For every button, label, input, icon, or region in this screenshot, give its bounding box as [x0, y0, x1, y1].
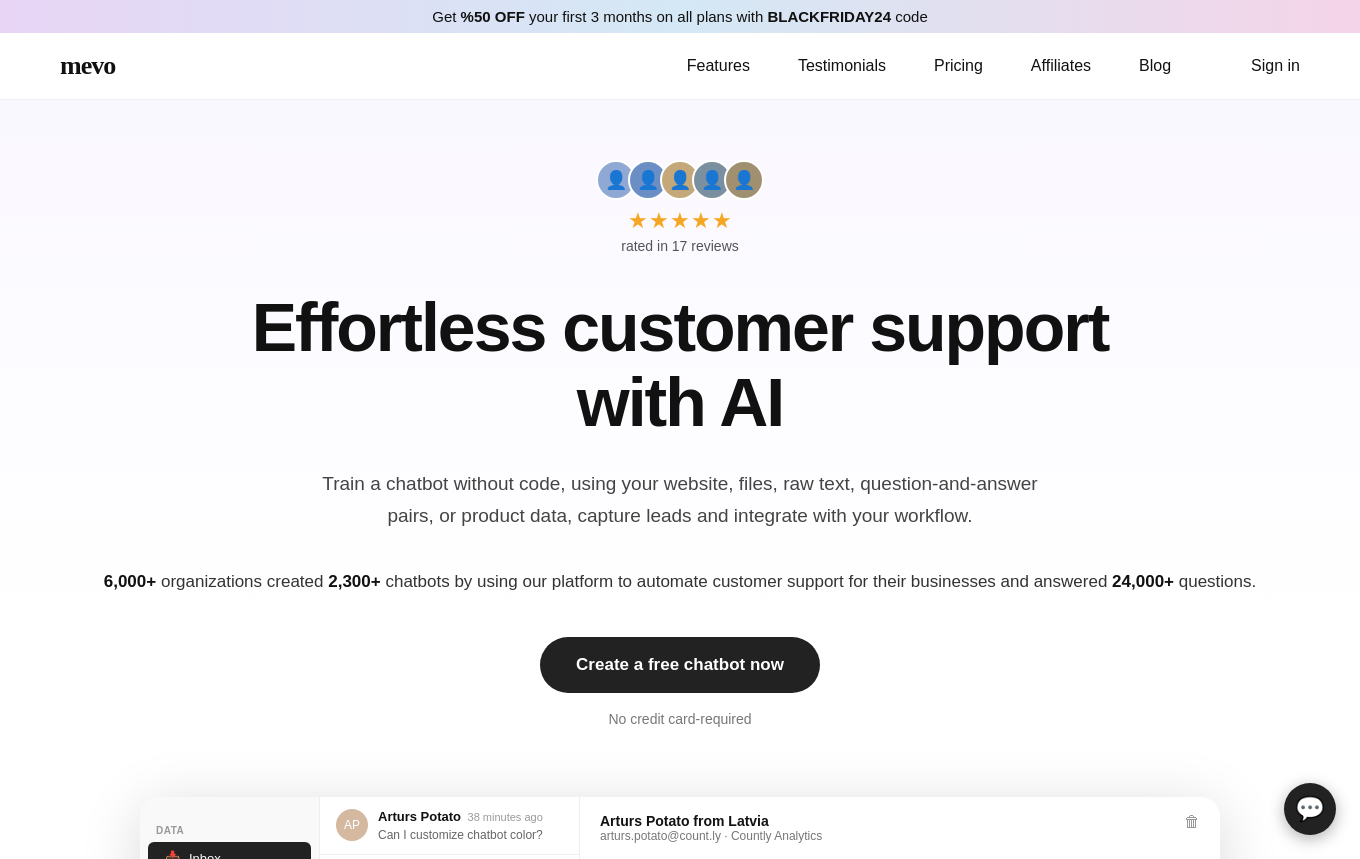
hero-title-line2: with AI: [577, 364, 783, 440]
chat-widget-icon: 💬: [1295, 795, 1325, 823]
sidebar-section-data: DATA: [140, 821, 319, 840]
banner-code: BLACKFRIDAY24: [767, 8, 891, 25]
conv-name-1: Arturs Potato: [378, 809, 461, 824]
nav-item-pricing[interactable]: Pricing: [934, 57, 983, 75]
promo-banner: Get %50 OFF your first 3 months on all p…: [0, 0, 1360, 33]
nav-link-features[interactable]: Features: [687, 57, 750, 74]
cta-button[interactable]: Create a free chatbot now: [540, 637, 820, 693]
conversation-item-2[interactable]: SS Session from San Salvad... 2 hours ag…: [320, 855, 579, 859]
star-rating: ★★★★★: [628, 208, 733, 234]
app-preview: DATA 📥 Inbox LOGIC ⚙️ 👤 📦 Products AP: [140, 797, 1220, 859]
signin-button[interactable]: Sign in: [1251, 57, 1300, 75]
chat-user-name: Arturs Potato from Latvia: [600, 813, 822, 829]
conversation-item-1[interactable]: AP Arturs Potato 38 minutes ago Can I cu…: [320, 797, 579, 855]
questions-label: questions.: [1174, 572, 1256, 591]
avatar-5: 👤: [724, 160, 764, 200]
nav-link-pricing[interactable]: Pricing: [934, 57, 983, 74]
stars-row: ★★★★★: [20, 208, 1340, 234]
inbox-icon: 📥: [164, 850, 181, 859]
banner-prefix: Get: [432, 8, 460, 25]
nav-link-blog[interactable]: Blog: [1139, 57, 1171, 74]
hero-title: Effortless customer support with AI: [230, 290, 1130, 440]
app-sidebar: DATA 📥 Inbox LOGIC ⚙️ 👤 📦 Products: [140, 797, 320, 859]
chatbots-label: chatbots by using our platform to automa…: [381, 572, 1112, 591]
conv-preview-1: Can I customize chatbot color?: [378, 828, 543, 842]
banner-discount: %50 OFF: [461, 8, 525, 25]
hero-subtitle: Train a chatbot without code, using your…: [320, 468, 1040, 533]
nav-links: Features Testimonials Pricing Affiliates…: [687, 57, 1171, 75]
conversation-list: AP Arturs Potato 38 minutes ago Can I cu…: [320, 797, 580, 859]
logo[interactable]: mevo: [60, 51, 115, 81]
chatbots-count: 2,300+: [328, 572, 380, 591]
nav-item-testimonials[interactable]: Testimonials: [798, 57, 886, 75]
nav-link-testimonials[interactable]: Testimonials: [798, 57, 886, 74]
hero-title-line1: Effortless customer support: [252, 289, 1109, 365]
banner-suffix: your first 3 months on all plans with: [525, 8, 768, 25]
nav-item-affiliates[interactable]: Affiliates: [1031, 57, 1091, 75]
conv-avatar-1: AP: [336, 809, 368, 841]
app-preview-container: DATA 📥 Inbox LOGIC ⚙️ 👤 📦 Products AP: [0, 767, 1360, 859]
chat-header: Arturs Potato from Latvia arturs.potato@…: [600, 813, 1200, 843]
chat-area: Arturs Potato from Latvia arturs.potato@…: [580, 797, 1220, 859]
hero-section: 👤 👤 👤 👤 👤 ★★★★★ rated in 17 reviews Effo…: [0, 100, 1360, 767]
orgs-label: organizations created: [156, 572, 328, 591]
stats-row: 6,000+ organizations created 2,300+ chat…: [20, 568, 1340, 597]
nav-link-affiliates[interactable]: Affiliates: [1031, 57, 1091, 74]
no-credit-text: No credit card-required: [20, 711, 1340, 727]
rated-text: rated in 17 reviews: [20, 238, 1340, 254]
chat-widget-button[interactable]: 💬: [1284, 783, 1336, 835]
chat-user-email: arturs.potato@count.ly · Countly Analyti…: [600, 829, 822, 843]
orgs-count: 6,000+: [104, 572, 156, 591]
questions-count: 24,000+: [1112, 572, 1174, 591]
cta-area: Create a free chatbot now No credit card…: [20, 637, 1340, 727]
sidebar-label-inbox: Inbox: [189, 851, 221, 859]
trash-icon[interactable]: 🗑: [1184, 813, 1200, 831]
banner-code-suffix: code: [891, 8, 928, 25]
sidebar-item-inbox[interactable]: 📥 Inbox: [148, 842, 311, 859]
avatar-row: 👤 👤 👤 👤 👤: [20, 160, 1340, 200]
navbar: mevo Features Testimonials Pricing Affil…: [0, 33, 1360, 100]
conv-time-1: 38 minutes ago: [468, 811, 543, 823]
nav-item-features[interactable]: Features: [687, 57, 750, 75]
nav-item-blog[interactable]: Blog: [1139, 57, 1171, 75]
